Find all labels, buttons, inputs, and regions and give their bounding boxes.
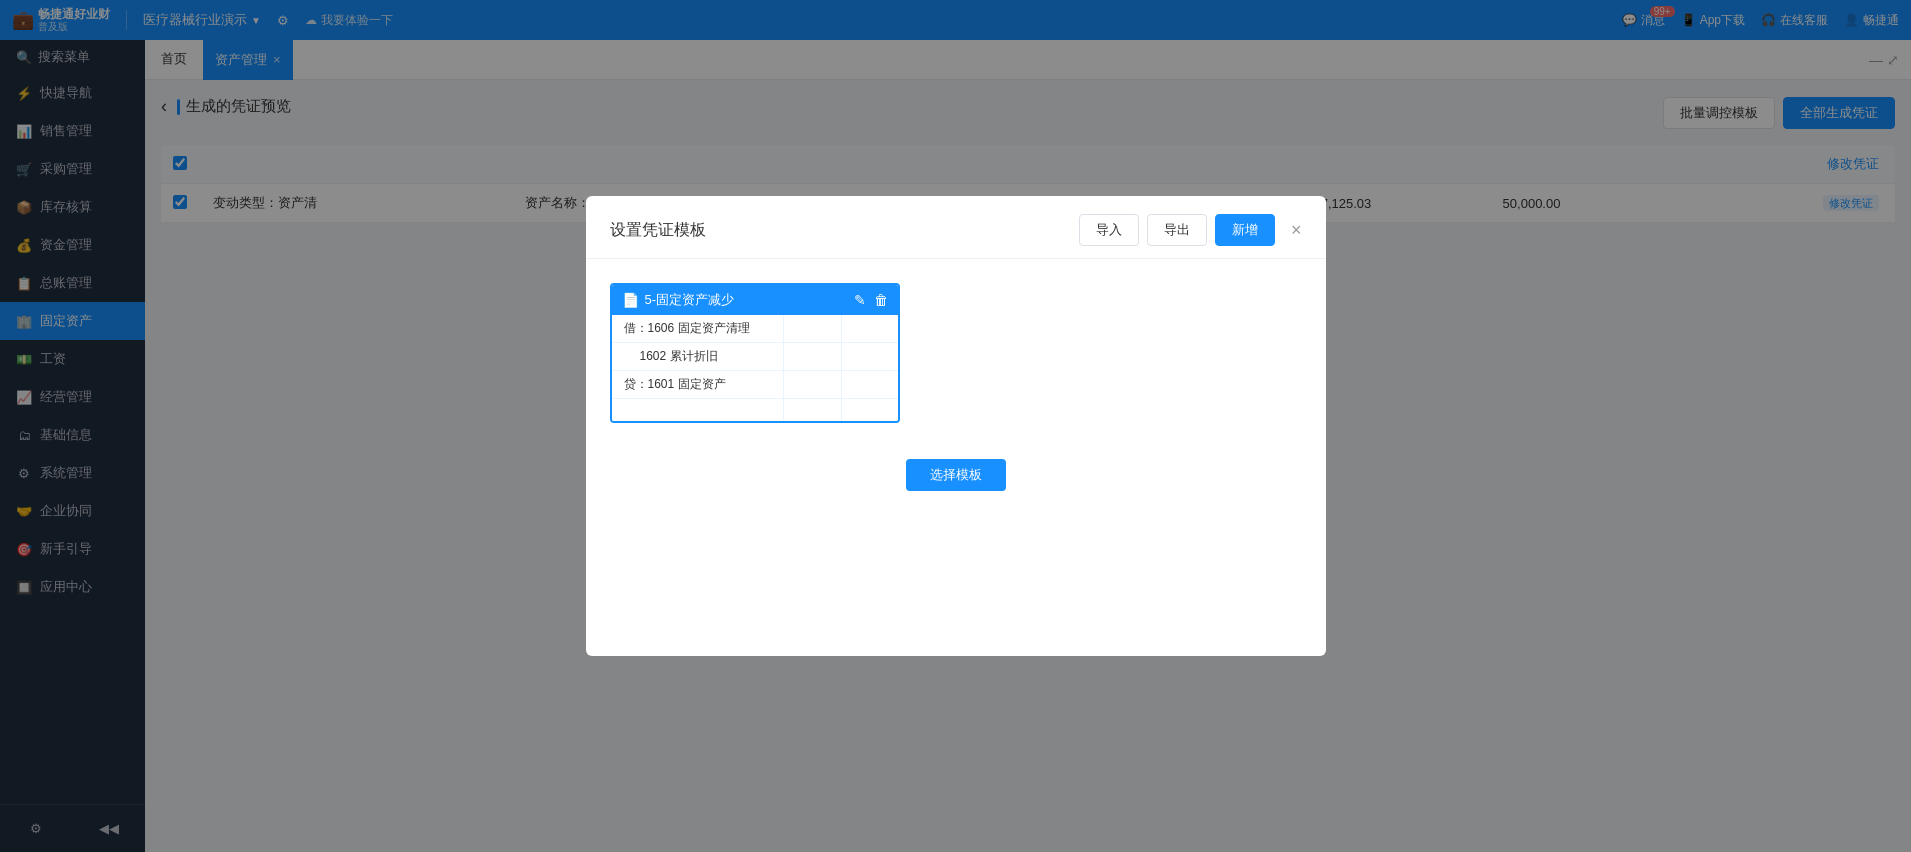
template-row: 1602 累计折旧 [612, 343, 898, 371]
new-template-btn[interactable]: 新增 [1215, 214, 1275, 246]
template-card-actions: ✎ 🗑 [854, 292, 888, 308]
template-name: 5-固定资产减少 [645, 291, 735, 309]
template-delete-icon[interactable]: 🗑 [874, 292, 888, 308]
template-card-header: 📄 5-固定资产减少 ✎ 🗑 [612, 285, 898, 315]
export-btn[interactable]: 导出 [1147, 214, 1207, 246]
template-entries-table: 借：1606 固定资产清理 1602 累计折旧 贷：1601 固定资产 [612, 315, 898, 421]
entry-label-3: 贷：1601 固定资产 [612, 371, 784, 399]
entry-col3-4 [841, 399, 897, 421]
modal-title: 设置凭证模板 [610, 220, 706, 241]
entry-col2-2 [783, 343, 841, 371]
modal-actions: 导入 导出 新增 [1079, 214, 1275, 246]
entry-col2-4 [783, 399, 841, 421]
template-row: 贷：1601 固定资产 [612, 371, 898, 399]
template-row: 借：1606 固定资产清理 [612, 315, 898, 343]
template-card-title: 📄 5-固定资产减少 [622, 291, 735, 309]
entry-label-4 [612, 399, 784, 421]
entry-label-1: 借：1606 固定资产清理 [612, 315, 784, 343]
set-template-modal: 设置凭证模板 导入 导出 新增 × 📄 5-固定资产减少 [586, 196, 1326, 656]
entry-col2-3 [783, 371, 841, 399]
entry-label-2: 1602 累计折旧 [612, 343, 784, 371]
modal-overlay: 设置凭证模板 导入 导出 新增 × 📄 5-固定资产减少 [0, 0, 1911, 852]
entry-col3-2 [841, 343, 897, 371]
modal-header: 设置凭证模板 导入 导出 新增 × [586, 196, 1326, 259]
modal-body: 📄 5-固定资产减少 ✎ 🗑 借：1606 固定资产清理 [586, 259, 1326, 656]
entry-col2-1 [783, 315, 841, 343]
modal-close-icon[interactable]: × [1291, 220, 1302, 241]
template-card: 📄 5-固定资产减少 ✎ 🗑 借：1606 固定资产清理 [610, 283, 900, 423]
template-edit-icon[interactable]: ✎ [854, 292, 866, 308]
select-template-btn[interactable]: 选择模板 [906, 459, 1006, 491]
import-btn[interactable]: 导入 [1079, 214, 1139, 246]
entry-col3-1 [841, 315, 897, 343]
template-empty-row [612, 399, 898, 421]
template-card-body: 借：1606 固定资产清理 1602 累计折旧 贷：1601 固定资产 [612, 315, 898, 421]
template-doc-icon: 📄 [622, 292, 639, 308]
entry-col3-3 [841, 371, 897, 399]
